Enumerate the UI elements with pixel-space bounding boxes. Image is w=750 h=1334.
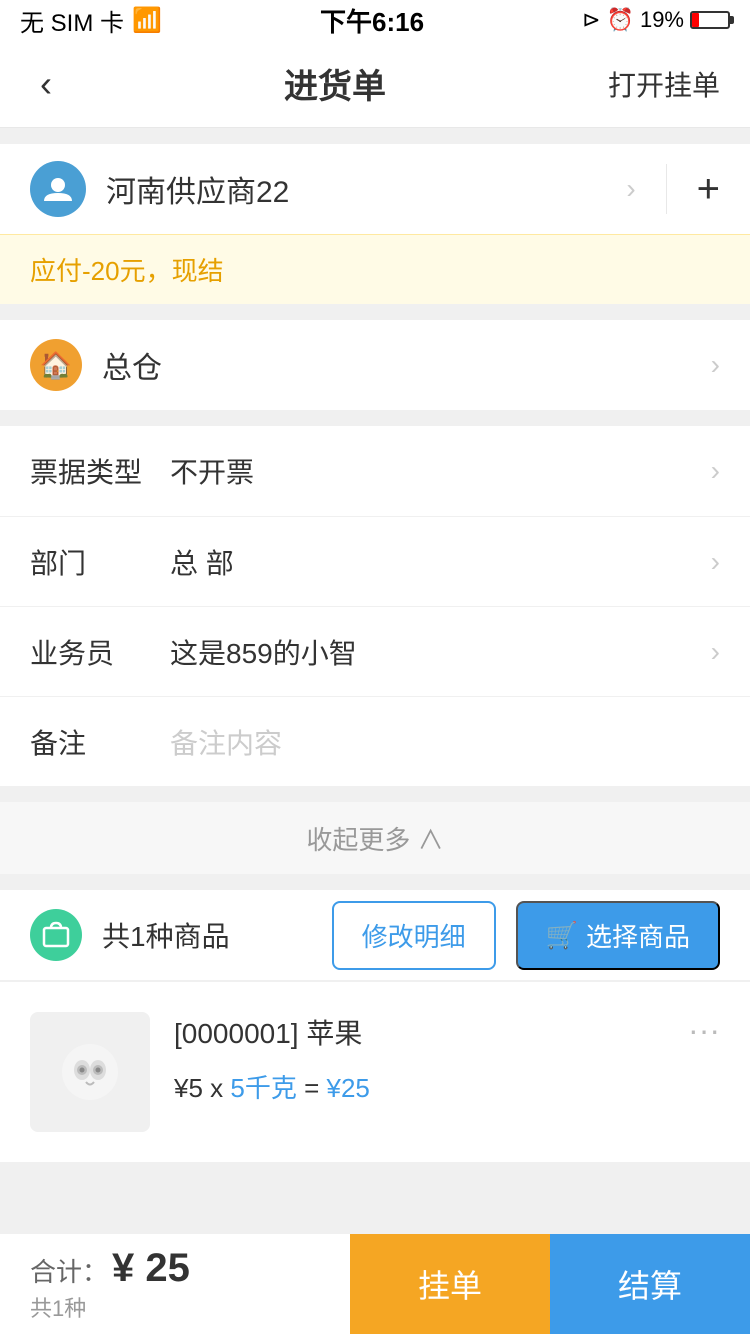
select-products-label: 选择商品 [586,917,690,954]
status-time: 下午6:16 [320,2,424,39]
supplier-row[interactable]: 河南供应商22 › + [0,144,750,234]
product-name: [0000001] 苹果 [174,1012,664,1052]
equals-sign: = [304,1073,326,1103]
products-icon [30,909,82,961]
back-button[interactable]: ‹ [30,53,62,115]
nav-bar: ‹ 进货单 打开挂单 [0,40,750,128]
remark-label: 备注 [30,722,170,762]
warehouse-name: 总仓 [102,343,711,387]
carrier-text: 无 SIM 卡 [20,3,124,38]
product-more-button[interactable]: ··· [688,1012,720,1049]
add-supplier-button[interactable]: + [697,167,720,212]
warehouse-section: 🏠 总仓 › [0,320,750,410]
battery-text: 19% [640,7,684,33]
quantity-value: 5千克 [230,1073,296,1103]
department-value: 总 部 [170,542,711,582]
warehouse-row[interactable]: 🏠 总仓 › [0,320,750,410]
department-row[interactable]: 部门 总 部 › [0,516,750,606]
remark-input[interactable]: 备注内容 [170,722,720,762]
product-price: ¥5 x 5千克 = ¥25 [174,1068,664,1105]
supplier-section: 河南供应商22 › + 应付-20元，现结 [0,144,750,304]
bottom-bar: 合计： ¥ 25 共1种 挂单 结算 [0,1234,750,1334]
supplier-name: 河南供应商22 [106,167,626,211]
salesperson-row[interactable]: 业务员 这是859的小智 › [0,606,750,696]
total-section: 合计： ¥ 25 共1种 [0,1234,350,1334]
edit-details-button[interactable]: 修改明细 [332,901,496,970]
total-amount: ¥ 25 [112,1246,190,1291]
products-count-label: 共1种商品 [102,915,312,955]
invoice-type-label: 票据类型 [30,451,170,491]
divider [666,164,667,214]
total-count: 共1种 [30,1291,320,1323]
hang-button[interactable]: 挂单 [350,1234,550,1334]
wifi-icon: 📶 [132,6,162,35]
invoice-type-value: 不开票 [170,451,711,491]
product-info: [0000001] 苹果 ¥5 x 5千克 = ¥25 [174,1012,664,1105]
remark-row[interactable]: 备注 备注内容 [0,696,750,786]
warehouse-chevron-icon: › [711,349,720,381]
salesperson-chevron-icon: › [711,636,720,668]
location-icon: ⊳ [582,7,600,33]
product-title: 苹果 [306,1018,362,1049]
page-title: 进货单 [284,59,386,108]
form-section: 票据类型 不开票 › 部门 总 部 › 业务员 这是859的小智 › 备注 备注… [0,426,750,786]
department-label: 部门 [30,542,170,582]
total-label: 合计： [30,1252,108,1289]
product-thumbnail [30,1012,150,1132]
checkout-button[interactable]: 结算 [550,1234,750,1334]
supplier-chevron-icon: › [626,173,635,205]
product-code: [0000001] [174,1018,299,1049]
supplier-avatar [30,161,86,217]
total-row: 合计： ¥ 25 [30,1246,320,1291]
status-right: ⊳ ⏰ 19% [582,7,730,33]
salesperson-label: 业务员 [30,632,170,672]
status-bar: 无 SIM 卡 📶 下午6:16 ⊳ ⏰ 19% [0,0,750,40]
department-chevron-icon: › [711,546,720,578]
product-placeholder-icon [55,1037,125,1107]
invoice-chevron-icon: › [711,455,720,487]
item-total: ¥25 [327,1073,370,1103]
price-multiply: x [210,1073,230,1103]
invoice-type-row[interactable]: 票据类型 不开票 › [0,426,750,516]
cart-icon: 🛒 [546,920,578,951]
alarm-icon: ⏰ [607,7,634,33]
select-products-button[interactable]: 🛒 选择商品 [516,901,720,970]
supplier-notice: 应付-20元，现结 [0,234,750,304]
collapse-toggle[interactable]: 收起更多 ∧ [0,802,750,874]
open-hang-button[interactable]: 打开挂单 [608,64,720,104]
products-header: 共1种商品 修改明细 🛒 选择商品 [0,890,750,980]
status-left: 无 SIM 卡 📶 [20,3,162,38]
warehouse-icon: 🏠 [30,339,82,391]
salesperson-value: 这是859的小智 [170,632,711,672]
product-item: [0000001] 苹果 ¥5 x 5千克 = ¥25 ··· [0,982,750,1162]
battery-icon [690,11,730,29]
price-value: ¥5 [174,1073,203,1103]
